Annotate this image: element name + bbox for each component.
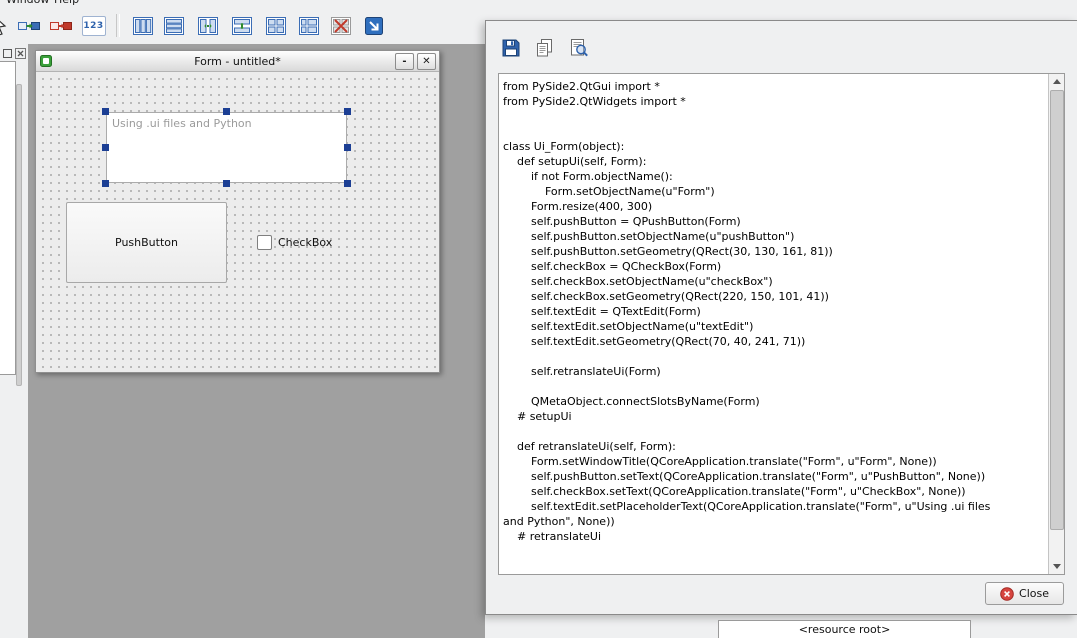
break-layout-icon (329, 14, 353, 38)
save-icon (500, 37, 522, 59)
selection-handle-top-left[interactable] (102, 108, 109, 115)
dock-close-icon (15, 48, 26, 59)
code-dialog-toolbar (498, 35, 592, 63)
mdi-area: Form - untitled* - ✕ Using .ui files and… (28, 44, 485, 638)
code-preview-dialog: from PySide2.QtGui import * from PySide2… (485, 20, 1077, 615)
signals-slots-button[interactable] (15, 12, 42, 39)
tab-order-button[interactable]: 123 (80, 12, 107, 39)
selection-handle-top-right[interactable] (344, 108, 351, 115)
selection-handle-bottom-mid[interactable] (223, 180, 230, 187)
layout-horizontal-button[interactable] (129, 12, 156, 39)
textedit-widget[interactable]: Using .ui files and Python (106, 112, 347, 183)
find-button[interactable] (566, 35, 592, 61)
tab-order-icon: 123 (82, 16, 106, 36)
edit-buddies-icon (49, 14, 73, 38)
scrollbar-down-icon[interactable] (1049, 559, 1064, 574)
find-icon (568, 37, 590, 59)
layout-splitter-horizontal-icon (196, 14, 220, 38)
dock-float-icon (2, 48, 13, 59)
menu-item-help[interactable]: Help (54, 0, 79, 6)
widget-box-scrollbar[interactable] (16, 84, 22, 386)
menubar: Window Help (0, 0, 485, 7)
layout-horizontal-icon (131, 14, 155, 38)
layout-vertical-button[interactable] (160, 12, 187, 39)
edit-widgets-button[interactable] (0, 12, 14, 39)
edit-buddies-button[interactable] (47, 12, 74, 39)
dock-float-button[interactable] (1, 47, 13, 59)
scrollbar-up-icon[interactable] (1049, 74, 1064, 89)
checkbox-label: CheckBox (278, 236, 332, 249)
layout-splitter-vertical-icon (230, 14, 254, 38)
form-window-icon (40, 55, 52, 67)
resource-root-item[interactable]: <resource root> (718, 620, 971, 638)
copy-icon (534, 37, 556, 59)
copy-button[interactable] (532, 35, 558, 61)
layout-vertical-icon (162, 14, 186, 38)
layout-splitter-horizontal-button[interactable] (194, 12, 221, 39)
form-editor-window: Form - untitled* - ✕ Using .ui files and… (35, 50, 440, 373)
layout-grid-icon (264, 14, 288, 38)
save-button[interactable] (498, 35, 524, 61)
break-layout-button[interactable] (327, 12, 354, 39)
form-canvas[interactable]: Using .ui files and Python PushButton Ch… (36, 72, 439, 372)
menu-item-window[interactable]: Window (6, 0, 49, 6)
form-window-title: Form - untitled* (36, 55, 439, 68)
checkbox-indicator[interactable] (257, 235, 272, 250)
edit-widgets-icon (0, 14, 13, 38)
layout-form-button[interactable] (295, 12, 322, 39)
widget-box-panel (0, 44, 28, 638)
form-close-button[interactable]: ✕ (417, 53, 436, 70)
close-button[interactable]: Close (985, 582, 1064, 605)
adjust-size-button[interactable] (360, 12, 387, 39)
dock-close-button[interactable] (14, 47, 26, 59)
selection-handle-mid-left[interactable] (102, 144, 109, 151)
code-view[interactable]: from PySide2.QtGui import * from PySide2… (498, 73, 1065, 575)
code-scrollbar[interactable] (1048, 74, 1064, 574)
widget-box-list[interactable] (0, 61, 16, 375)
main-toolbar: 123 (0, 10, 485, 45)
checkbox-widget[interactable]: CheckBox (256, 222, 357, 263)
code-text: from PySide2.QtGui import * from PySide2… (499, 74, 1064, 549)
tab-order-label: 123 (83, 21, 103, 31)
layout-form-icon (297, 14, 321, 38)
selection-handle-mid-right[interactable] (344, 144, 351, 151)
selection-handle-bottom-right[interactable] (344, 180, 351, 187)
textedit-placeholder: Using .ui files and Python (112, 117, 252, 130)
layout-grid-button[interactable] (262, 12, 289, 39)
close-button-icon (1000, 587, 1014, 601)
selection-handle-top-mid[interactable] (223, 108, 230, 115)
form-titlebar[interactable]: Form - untitled* - ✕ (36, 51, 439, 72)
pushbutton-widget[interactable]: PushButton (66, 202, 227, 283)
layout-splitter-vertical-button[interactable] (228, 12, 255, 39)
selection-handle-bottom-left[interactable] (102, 180, 109, 187)
form-minimize-button[interactable]: - (395, 53, 414, 70)
scrollbar-thumb[interactable] (1050, 90, 1064, 530)
toolbar-separator (116, 14, 120, 37)
signals-slots-icon (17, 14, 41, 38)
close-button-label: Close (1019, 587, 1049, 600)
qt-designer-window: Window Help 123 (0, 0, 1077, 638)
resource-root-label: <resource root> (799, 623, 891, 636)
adjust-size-icon (362, 14, 386, 38)
